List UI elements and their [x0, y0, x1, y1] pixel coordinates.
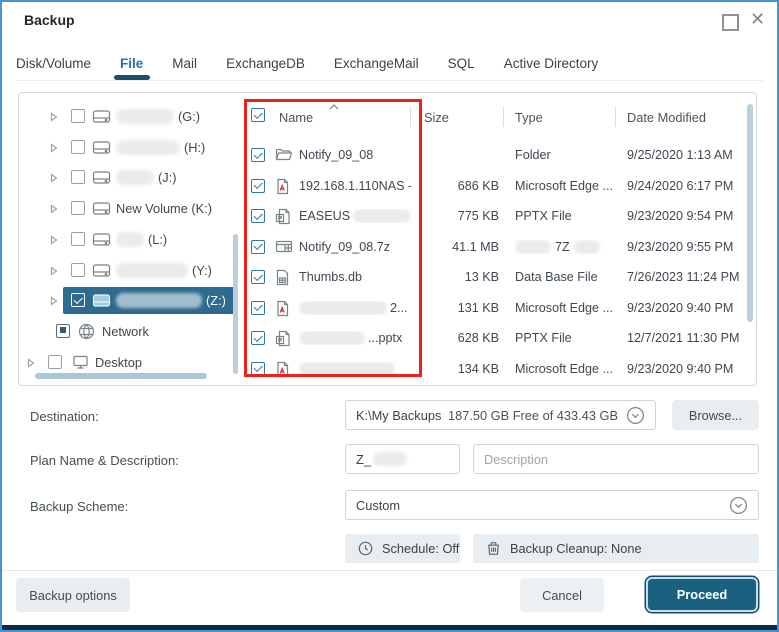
column-header-type[interactable]: Type — [515, 110, 543, 125]
file-type: Folder — [515, 148, 620, 162]
trash-icon — [486, 541, 501, 556]
tab-label: Disk/Volume — [16, 55, 92, 71]
file-type-text: Microsoft Edge ... — [515, 361, 613, 376]
file-type-text: Microsoft Edge ... — [515, 300, 613, 315]
highlight-rectangle — [244, 99, 422, 377]
schedule-button[interactable]: Schedule: Off — [345, 534, 460, 563]
file-type: Data Base File — [515, 270, 620, 284]
clock-icon — [358, 541, 373, 556]
destination-value: K:\My Backups — [356, 407, 442, 423]
column-header-size[interactable]: Size — [424, 110, 449, 125]
destination-label: Destination: — [30, 409, 99, 424]
tab-label: Active Directory — [503, 55, 599, 71]
redacted-text — [515, 239, 551, 254]
tab-active-directory[interactable]: Active Directory — [504, 56, 599, 71]
file-date-modified: 9/23/2020 9:40 PM — [627, 300, 734, 315]
file-size: 686 KB — [457, 178, 499, 193]
chevron-down-circle-icon[interactable] — [626, 406, 645, 425]
tab-bar: Disk/Volume File Mail ExchangeDB ExchangeMai… — [16, 50, 598, 76]
tab-mail[interactable]: Mail — [172, 56, 197, 71]
tab-label: ExchangeMail — [333, 55, 419, 71]
window-title: Backup — [24, 12, 75, 28]
tab-separator — [16, 80, 763, 81]
backup-scheme-label: Backup Scheme: — [30, 499, 129, 514]
file-date-modified: 9/23/2020 9:54 PM — [627, 209, 734, 223]
tab-exchangemail[interactable]: ExchangeMail — [334, 56, 419, 71]
tree-vertical-scrollbar[interactable] — [233, 234, 238, 374]
cancel-button[interactable]: Cancel — [520, 578, 604, 612]
browse-button[interactable]: Browse... — [672, 400, 759, 430]
tree-horizontal-scrollbar[interactable] — [35, 373, 207, 379]
tree-item-label: (G:) — [178, 109, 201, 124]
backup-options-button[interactable]: Backup options — [16, 578, 130, 612]
tab-disk-volume[interactable]: Disk/Volume — [16, 56, 91, 71]
file-type: 7Z — [515, 239, 620, 254]
file-size: 628 KB — [457, 331, 499, 345]
tab-exchangedb[interactable]: ExchangeDB — [226, 56, 305, 71]
file-type-text: 7Z — [555, 239, 570, 254]
tab-label: Mail — [172, 55, 198, 71]
backup-dialog-window: Backup ✕ Disk/Volume File Mail ExchangeDB Ex… — [0, 0, 779, 632]
plan-name-input[interactable]: Z_ — [345, 444, 460, 474]
backup-scheme-value: Custom — [356, 497, 401, 513]
window-bottom-edge — [2, 625, 777, 630]
chevron-down-circle-icon[interactable] — [729, 496, 748, 515]
footer-separator — [2, 570, 777, 571]
tab-label: SQL — [447, 55, 475, 71]
redacted-text — [372, 452, 407, 466]
cancel-button-label: Cancel — [542, 587, 582, 603]
close-icon[interactable]: ✕ — [750, 9, 765, 30]
tab-label: File — [120, 55, 144, 71]
expand-arrow-icon[interactable] — [50, 112, 58, 122]
maximize-icon[interactable] — [722, 14, 739, 31]
column-separator[interactable] — [503, 107, 504, 127]
description-input[interactable] — [473, 444, 759, 474]
file-type-text: Microsoft Edge ... — [515, 178, 613, 193]
file-size: 134 KB — [457, 361, 499, 376]
proceed-button-label: Proceed — [676, 587, 728, 602]
tab-label: ExchangeDB — [226, 55, 305, 71]
schedule-label: Schedule: Off — [382, 541, 460, 556]
file-size: 131 KB — [457, 300, 499, 315]
file-type: Microsoft Edge ... — [515, 179, 620, 193]
file-date-modified: 12/7/2021 11:30 PM — [627, 331, 740, 345]
proceed-button[interactable]: Proceed — [646, 577, 758, 612]
backup-scheme-select[interactable]: Custom — [345, 490, 759, 520]
checkbox[interactable] — [71, 109, 85, 123]
file-date-modified: 9/23/2020 9:55 PM — [627, 239, 734, 254]
file-type: Microsoft Edge ... — [515, 362, 620, 376]
destination-free-space: 187.50 GB Free of 433.43 GB — [447, 407, 618, 423]
file-type-text: PPTX File — [515, 331, 572, 345]
file-date-modified: 9/24/2020 6:17 PM — [627, 178, 734, 193]
file-type: Microsoft Edge ... — [515, 301, 620, 315]
file-date-modified: 9/25/2020 1:13 AM — [627, 148, 733, 162]
file-date-modified: 9/23/2020 9:40 PM — [627, 361, 734, 376]
file-type: PPTX File — [515, 209, 620, 223]
file-size: 775 KB — [457, 209, 499, 223]
browse-button-label: Browse... — [688, 407, 743, 423]
file-date-modified: 7/26/2023 11:24 PM — [627, 270, 740, 284]
tab-file[interactable]: File — [120, 56, 143, 71]
list-vertical-scrollbar[interactable] — [747, 104, 753, 322]
tab-sql[interactable]: SQL — [448, 56, 475, 71]
redacted-text — [573, 239, 600, 254]
column-header-date-modified[interactable]: Date Modified — [627, 110, 706, 125]
file-size: 13 KB — [464, 270, 499, 284]
tree-item-content: (G:) — [116, 109, 200, 124]
destination-input[interactable]: K:\My Backups 187.50 GB Free of 433.43 G… — [345, 400, 656, 430]
tree-item-g[interactable]: (G:) — [18, 103, 238, 131]
plan-name-value: Z_ — [356, 451, 371, 467]
backup-cleanup-label: Backup Cleanup: None — [510, 541, 642, 556]
file-type-text: PPTX File — [515, 209, 572, 223]
file-type-text: Folder — [515, 148, 551, 162]
column-separator[interactable] — [615, 107, 616, 127]
file-type: PPTX File — [515, 331, 620, 345]
file-size: 41.1 MB — [452, 239, 499, 254]
redacted-text — [116, 109, 174, 124]
backup-options-label: Backup options — [29, 587, 117, 603]
file-type-text: Data Base File — [515, 270, 598, 284]
drive-icon — [92, 108, 111, 125]
backup-cleanup-button[interactable]: Backup Cleanup: None — [473, 534, 759, 563]
plan-name-label: Plan Name & Description: — [30, 453, 179, 468]
